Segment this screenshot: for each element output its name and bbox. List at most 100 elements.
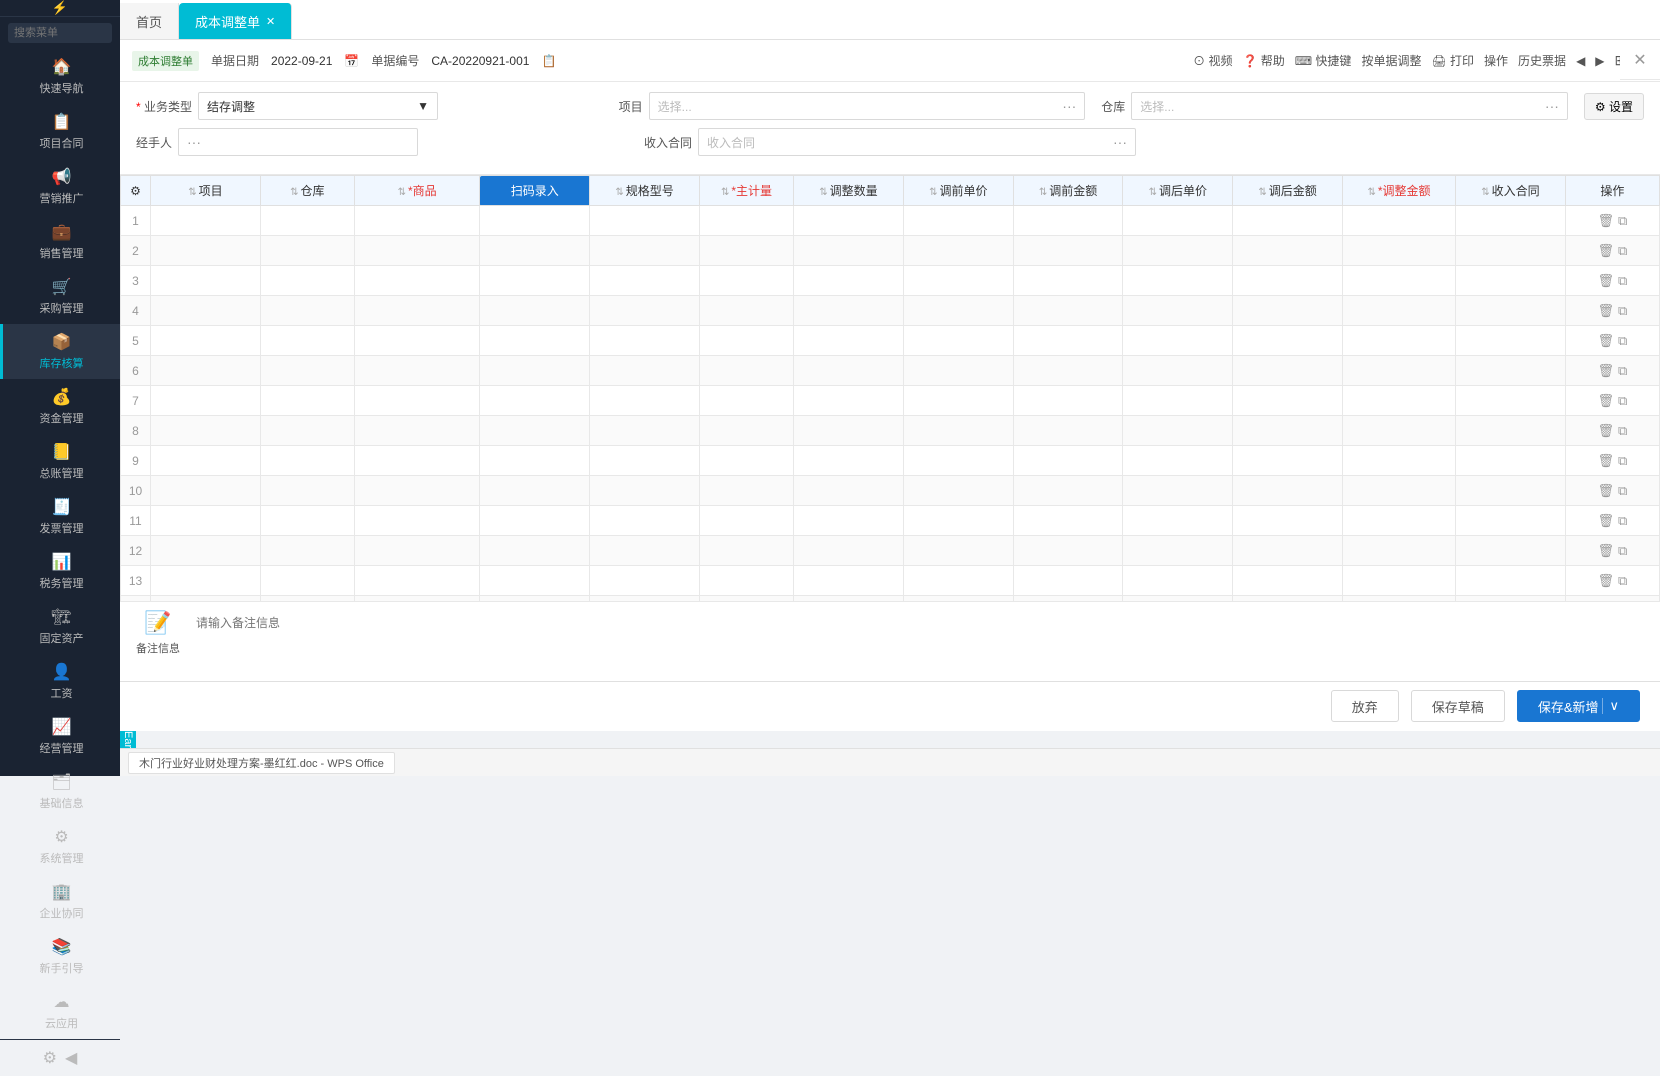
table-cell[interactable] — [903, 566, 1013, 596]
sidebar-item-fixed-assets[interactable]: 🏗 固定资产 — [0, 599, 120, 654]
table-cell[interactable] — [794, 536, 904, 566]
calendar-icon[interactable]: 📅 — [344, 54, 359, 68]
table-cell[interactable] — [590, 356, 700, 386]
table-cell[interactable] — [590, 266, 700, 296]
table-cell[interactable] — [1233, 446, 1343, 476]
table-cell[interactable] — [590, 326, 700, 356]
table-cell[interactable] — [590, 536, 700, 566]
table-cell[interactable] — [1123, 446, 1233, 476]
table-cell[interactable] — [794, 386, 904, 416]
table-cell[interactable] — [480, 566, 590, 596]
table-cell[interactable] — [480, 386, 590, 416]
table-cell[interactable] — [151, 236, 261, 266]
sidebar-item-cloud-apps[interactable]: ☁ 云应用 — [0, 984, 120, 1039]
table-cell[interactable] — [1456, 236, 1566, 266]
save-new-button[interactable]: 保存&新增 ∨ — [1517, 690, 1640, 722]
table-cell[interactable] — [903, 386, 1013, 416]
table-cell[interactable] — [1233, 266, 1343, 296]
table-cell[interactable] — [480, 416, 590, 446]
table-cell[interactable] — [1343, 356, 1456, 386]
table-cell[interactable] — [1343, 266, 1456, 296]
table-cell[interactable] — [1456, 296, 1566, 326]
table-cell[interactable] — [1013, 296, 1123, 326]
table-cell[interactable] — [590, 566, 700, 596]
video-btn[interactable]: ⊙ 视频 — [1193, 52, 1232, 69]
table-cell[interactable] — [1123, 386, 1233, 416]
by-bill-btn[interactable]: 按单据调整 — [1361, 52, 1421, 69]
table-cell[interactable] — [903, 536, 1013, 566]
delete-icon[interactable]: 🗑 — [1597, 513, 1614, 529]
table-cell[interactable] — [699, 506, 793, 536]
table-cell[interactable] — [794, 356, 904, 386]
tab-cost-adjustment[interactable]: 成本调整单 ✕ — [179, 3, 292, 39]
table-cell[interactable] — [1233, 296, 1343, 326]
copy-row-icon[interactable]: ⧉ — [1618, 363, 1627, 379]
table-cell[interactable] — [260, 386, 354, 416]
sidebar-item-payroll[interactable]: 👤 工资 — [0, 654, 120, 709]
table-cell[interactable] — [1343, 506, 1456, 536]
table-cell[interactable] — [699, 296, 793, 326]
delete-icon[interactable]: 🗑 — [1597, 243, 1614, 259]
table-cell[interactable] — [1233, 206, 1343, 236]
table-cell[interactable] — [151, 446, 261, 476]
table-cell[interactable] — [151, 296, 261, 326]
table-cell[interactable] — [1123, 236, 1233, 266]
data-table-container[interactable]: ⚙ ⇅项目 ⇅仓库 ⇅*商品 扫码录入 ⇅规格型号 ⇅*主计量 ⇅调整数量 ⇅调… — [120, 175, 1660, 601]
table-cell[interactable] — [1123, 536, 1233, 566]
table-cell[interactable] — [794, 326, 904, 356]
table-cell[interactable] — [260, 266, 354, 296]
copy-row-icon[interactable]: ⧉ — [1618, 213, 1627, 229]
table-cell[interactable] — [903, 506, 1013, 536]
tab-close-icon[interactable]: ✕ — [266, 15, 275, 28]
table-cell[interactable] — [1233, 476, 1343, 506]
print-btn[interactable]: 🖨 打印 — [1431, 52, 1474, 69]
table-cell[interactable] — [480, 536, 590, 566]
table-cell[interactable] — [903, 416, 1013, 446]
nav-next-icon[interactable]: ▶ — [1595, 54, 1604, 68]
income-contract-value[interactable]: 收入合同 ··· — [698, 128, 1136, 156]
sidebar-item-inventory[interactable]: 📦 库存核算 — [0, 324, 120, 379]
table-cell[interactable] — [1456, 386, 1566, 416]
copy-row-icon[interactable]: ⧉ — [1618, 513, 1627, 529]
table-cell[interactable] — [260, 536, 354, 566]
table-cell[interactable] — [794, 476, 904, 506]
copy-row-icon[interactable]: ⧉ — [1618, 423, 1627, 439]
table-cell[interactable] — [1013, 236, 1123, 266]
hotkey-btn[interactable]: ⌨ 快捷键 — [1295, 52, 1352, 69]
table-cell[interactable] — [1233, 536, 1343, 566]
table-cell[interactable] — [794, 266, 904, 296]
table-cell[interactable] — [354, 476, 479, 506]
table-cell[interactable] — [480, 206, 590, 236]
table-cell[interactable] — [260, 326, 354, 356]
table-cell[interactable] — [1123, 506, 1233, 536]
table-cell[interactable] — [1013, 356, 1123, 386]
table-cell[interactable] — [1123, 296, 1233, 326]
table-cell[interactable] — [1013, 446, 1123, 476]
table-cell[interactable] — [151, 326, 261, 356]
table-cell[interactable] — [590, 236, 700, 266]
business-type-value[interactable]: 结存调整 ▼ — [198, 92, 438, 120]
table-cell[interactable] — [151, 206, 261, 236]
sidebar-item-tax[interactable]: 📊 税务管理 — [0, 544, 120, 599]
table-cell[interactable] — [480, 446, 590, 476]
table-cell[interactable] — [151, 476, 261, 506]
sidebar-item-enterprise[interactable]: 🏢 企业协同 — [0, 874, 120, 929]
notes-icon-btn[interactable]: 📝 备注信息 — [136, 610, 180, 656]
table-cell[interactable] — [794, 506, 904, 536]
copy-row-icon[interactable]: ⧉ — [1618, 393, 1627, 409]
table-cell[interactable] — [699, 236, 793, 266]
table-cell[interactable] — [1456, 476, 1566, 506]
table-cell[interactable] — [590, 506, 700, 536]
table-cell[interactable] — [590, 296, 700, 326]
table-cell[interactable] — [1456, 506, 1566, 536]
table-cell[interactable] — [260, 206, 354, 236]
table-cell[interactable] — [1123, 326, 1233, 356]
table-cell[interactable] — [1013, 536, 1123, 566]
table-cell[interactable] — [794, 206, 904, 236]
copy-row-icon[interactable]: ⧉ — [1618, 303, 1627, 319]
table-cell[interactable] — [699, 326, 793, 356]
table-cell[interactable] — [260, 296, 354, 326]
table-cell[interactable] — [699, 536, 793, 566]
table-cell[interactable] — [260, 566, 354, 596]
table-cell[interactable] — [1233, 386, 1343, 416]
